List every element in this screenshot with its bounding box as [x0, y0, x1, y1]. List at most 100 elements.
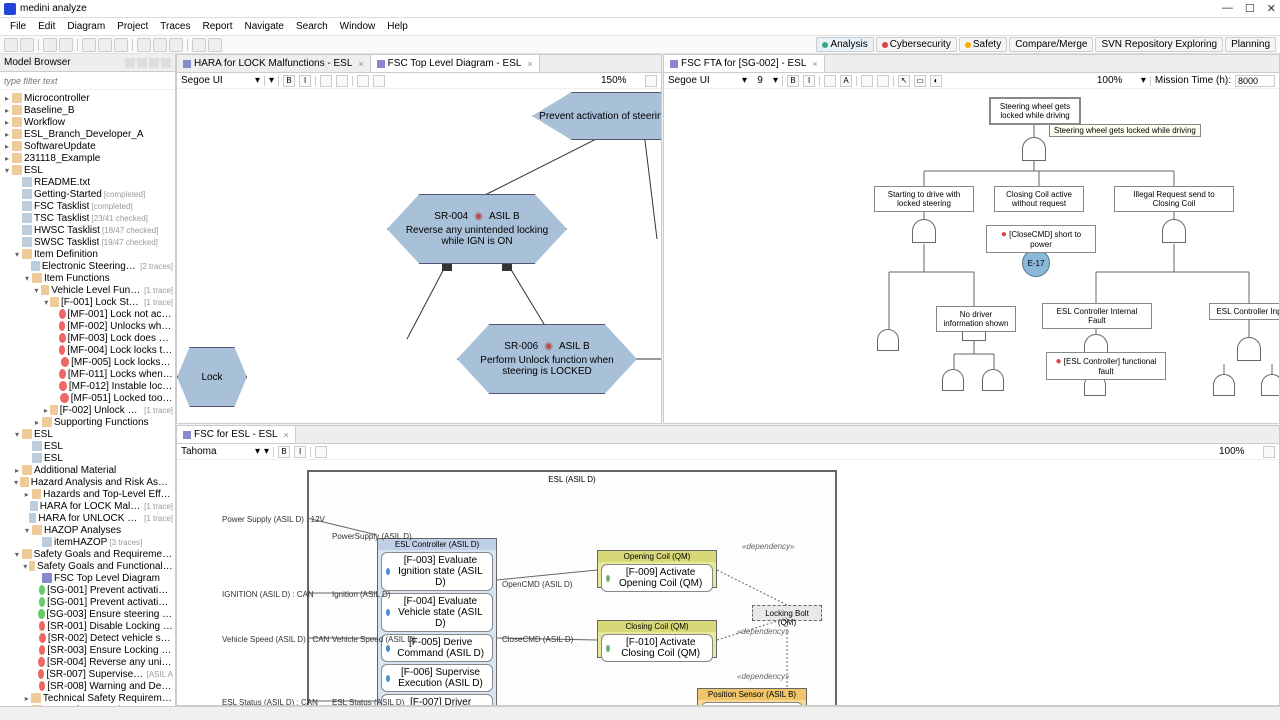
tree-node[interactable]: ▾Vehicle Level Functions[1 trace]: [0, 284, 175, 296]
link-icon[interactable]: [125, 58, 135, 68]
align-button[interactable]: [320, 75, 332, 87]
undo-button[interactable]: [43, 38, 57, 52]
tree-node[interactable]: [SR-001] Disable Locking function while …: [0, 620, 175, 632]
tree-node[interactable]: itemHAZOP[3 traces]: [0, 536, 175, 548]
tree-node[interactable]: [MF-011] Locks when not required: [0, 368, 175, 380]
tree-node[interactable]: Electronic Steering Lock[2 traces]: [0, 260, 175, 272]
tree-node[interactable]: ▸Technical Safety Requirements: [0, 692, 175, 704]
tree-node[interactable]: ▸Workflow: [0, 116, 175, 128]
perspective-svn-repository-exploring[interactable]: SVN Repository Exploring: [1095, 37, 1223, 52]
fsc-canvas[interactable]: ESL (ASIL D) ESL Controller (ASIL D) [F-…: [177, 460, 1279, 705]
opening-coil-block[interactable]: Opening Coil (QM) [F-009] Activate Openi…: [597, 550, 717, 588]
italic-button[interactable]: I: [294, 446, 306, 458]
gate-9[interactable]: [1213, 374, 1235, 396]
color-button[interactable]: [336, 75, 348, 87]
italic-button[interactable]: I: [299, 75, 311, 87]
tree-node[interactable]: [SR-007] Supervise Unlock function[ASIL …: [0, 668, 175, 680]
menu-window[interactable]: Window: [334, 21, 382, 32]
fta-event[interactable]: Starting to drive with locked steering: [874, 186, 974, 212]
fta-event[interactable]: Closing Coil active without request: [994, 186, 1084, 212]
locking-bolt-block[interactable]: Locking Bolt (QM): [752, 605, 822, 621]
tree-node[interactable]: FSC Top Level Diagram: [0, 572, 175, 584]
fta-event[interactable]: Illegal Request send to Closing Coil: [1114, 186, 1234, 212]
fit-button[interactable]: [645, 75, 657, 87]
arrange-button[interactable]: [357, 75, 369, 87]
fta-event[interactable]: ● [CloseCMD] short to power: [986, 225, 1096, 253]
arrange-button[interactable]: [861, 75, 873, 87]
hexagon-node[interactable]: Prevent activation of steering lock if I…: [532, 92, 661, 140]
gate-5[interactable]: [877, 329, 899, 351]
tree-node[interactable]: [MF-005] Lock locks to late: [0, 356, 175, 368]
font-color-button[interactable]: A: [840, 75, 852, 87]
layout-button[interactable]: [877, 75, 889, 87]
bold-button[interactable]: B: [283, 75, 295, 87]
tab-fta[interactable]: FSC FTA for [SG-002] - ESL×: [664, 55, 825, 72]
editor-tab[interactable]: FSC Top Level Diagram - ESL×: [371, 55, 540, 72]
tree-node[interactable]: [MF-012] Instable locks/unlocks: [0, 380, 175, 392]
tree-node[interactable]: ▾ESL: [0, 428, 175, 440]
color-button[interactable]: [315, 446, 327, 458]
tree-node[interactable]: [MF-004] Lock locks to early (i.e. vel: [0, 344, 175, 356]
tree-node[interactable]: [SR-003] Ensure Locking function is inhi…: [0, 644, 175, 656]
tree-node[interactable]: [SG-001] Prevent activation of steering …: [0, 596, 175, 608]
menu-navigate[interactable]: Navigate: [239, 21, 290, 32]
closing-item[interactable]: [F-010] Activate Closing Coil (QM): [601, 634, 713, 662]
zoom-out-button[interactable]: [208, 38, 222, 52]
or-gate-4[interactable]: [1237, 337, 1261, 361]
model-browser-tab[interactable]: Model Browser: [4, 57, 125, 68]
tree-node[interactable]: [MF-003] Lock does not lock compl: [0, 332, 175, 344]
tree-node[interactable]: ▾Item Definition: [0, 248, 175, 260]
perspective-analysis[interactable]: Analysis: [816, 37, 873, 52]
color-button[interactable]: [824, 75, 836, 87]
grid-button[interactable]: [373, 75, 385, 87]
function-item[interactable]: [F-003] Evaluate Ignition state (ASIL D): [381, 552, 493, 591]
model-tree[interactable]: ▸Microcontroller▸Baseline_B▸Workflow▸ESL…: [0, 90, 175, 706]
tree-node[interactable]: ▸[F-002] Unlock Steering[1 trace]: [0, 404, 175, 416]
fta-event[interactable]: ESL Controller Inp: [1209, 303, 1279, 320]
font-size[interactable]: 9: [751, 75, 769, 86]
tree-node[interactable]: ▸231118_Example: [0, 152, 175, 164]
tree-node[interactable]: HARA for LOCK Malfunctions[1 trace]: [0, 500, 175, 512]
diagram-canvas-left[interactable]: Prevent activation of steering lock if I…: [177, 89, 661, 423]
perspective-safety[interactable]: Safety: [959, 37, 1007, 52]
fta-canvas[interactable]: Steering wheel gets locked while driving…: [664, 89, 1279, 423]
editor-tab[interactable]: HARA for LOCK Malfunctions - ESL×: [177, 55, 371, 72]
mission-time-input[interactable]: [1235, 75, 1275, 87]
menu-edit[interactable]: Edit: [32, 21, 61, 32]
tab-fsc[interactable]: FSC for ESL - ESL×: [177, 426, 296, 443]
tree-node[interactable]: ▾HAZOP Analyses: [0, 524, 175, 536]
zoom-level[interactable]: 100%: [1219, 446, 1259, 457]
font-selector[interactable]: Segoe UI: [181, 75, 251, 86]
gate-10[interactable]: [1261, 374, 1279, 396]
tree-node[interactable]: FSC Tasklist[completed]: [0, 200, 175, 212]
function-item[interactable]: [F-004] Evaluate Vehicle state (ASIL D): [381, 593, 493, 632]
hexagon-node[interactable]: SR-004◉ASIL BReverse any unintended lock…: [387, 194, 567, 264]
event-tool[interactable]: ▭: [914, 75, 926, 87]
min-icon[interactable]: [161, 58, 171, 68]
fit-button[interactable]: [1263, 446, 1275, 458]
tree-node[interactable]: [SR-008] Warning and Degradation concep: [0, 680, 175, 692]
gate-tool[interactable]: ◐: [930, 75, 942, 87]
or-gate[interactable]: [1022, 137, 1046, 161]
tree-node[interactable]: ▸Supporting Functions: [0, 416, 175, 428]
tree-node[interactable]: HARA for UNLOCK Malfunctions[1 trace]: [0, 512, 175, 524]
tree-node[interactable]: ESL: [0, 440, 175, 452]
menu-traces[interactable]: Traces: [154, 21, 196, 32]
gate-7[interactable]: [982, 369, 1004, 391]
closing-coil-block[interactable]: Closing Coil (QM) [F-010] Activate Closi…: [597, 620, 717, 658]
tree-node[interactable]: [SG-001] Prevent activation of steering …: [0, 584, 175, 596]
paste-button[interactable]: [114, 38, 128, 52]
and-gate[interactable]: [912, 219, 936, 243]
font-selector[interactable]: Segoe UI: [668, 75, 738, 86]
tree-node[interactable]: ▸SoftwareUpdate: [0, 140, 175, 152]
tree-node[interactable]: ▸Baseline_B: [0, 104, 175, 116]
copy-button[interactable]: [98, 38, 112, 52]
perspective-compare-merge[interactable]: Compare/Merge: [1009, 37, 1093, 52]
menu-help[interactable]: Help: [381, 21, 414, 32]
font-selector[interactable]: Tahoma: [181, 446, 251, 457]
transfer-event[interactable]: E-17: [1022, 249, 1050, 277]
zoom-level[interactable]: 150%: [601, 75, 641, 86]
menu-file[interactable]: File: [4, 21, 32, 32]
filter-input[interactable]: [0, 72, 175, 89]
tree-node[interactable]: [MF-051] Locked too strong: [0, 392, 175, 404]
